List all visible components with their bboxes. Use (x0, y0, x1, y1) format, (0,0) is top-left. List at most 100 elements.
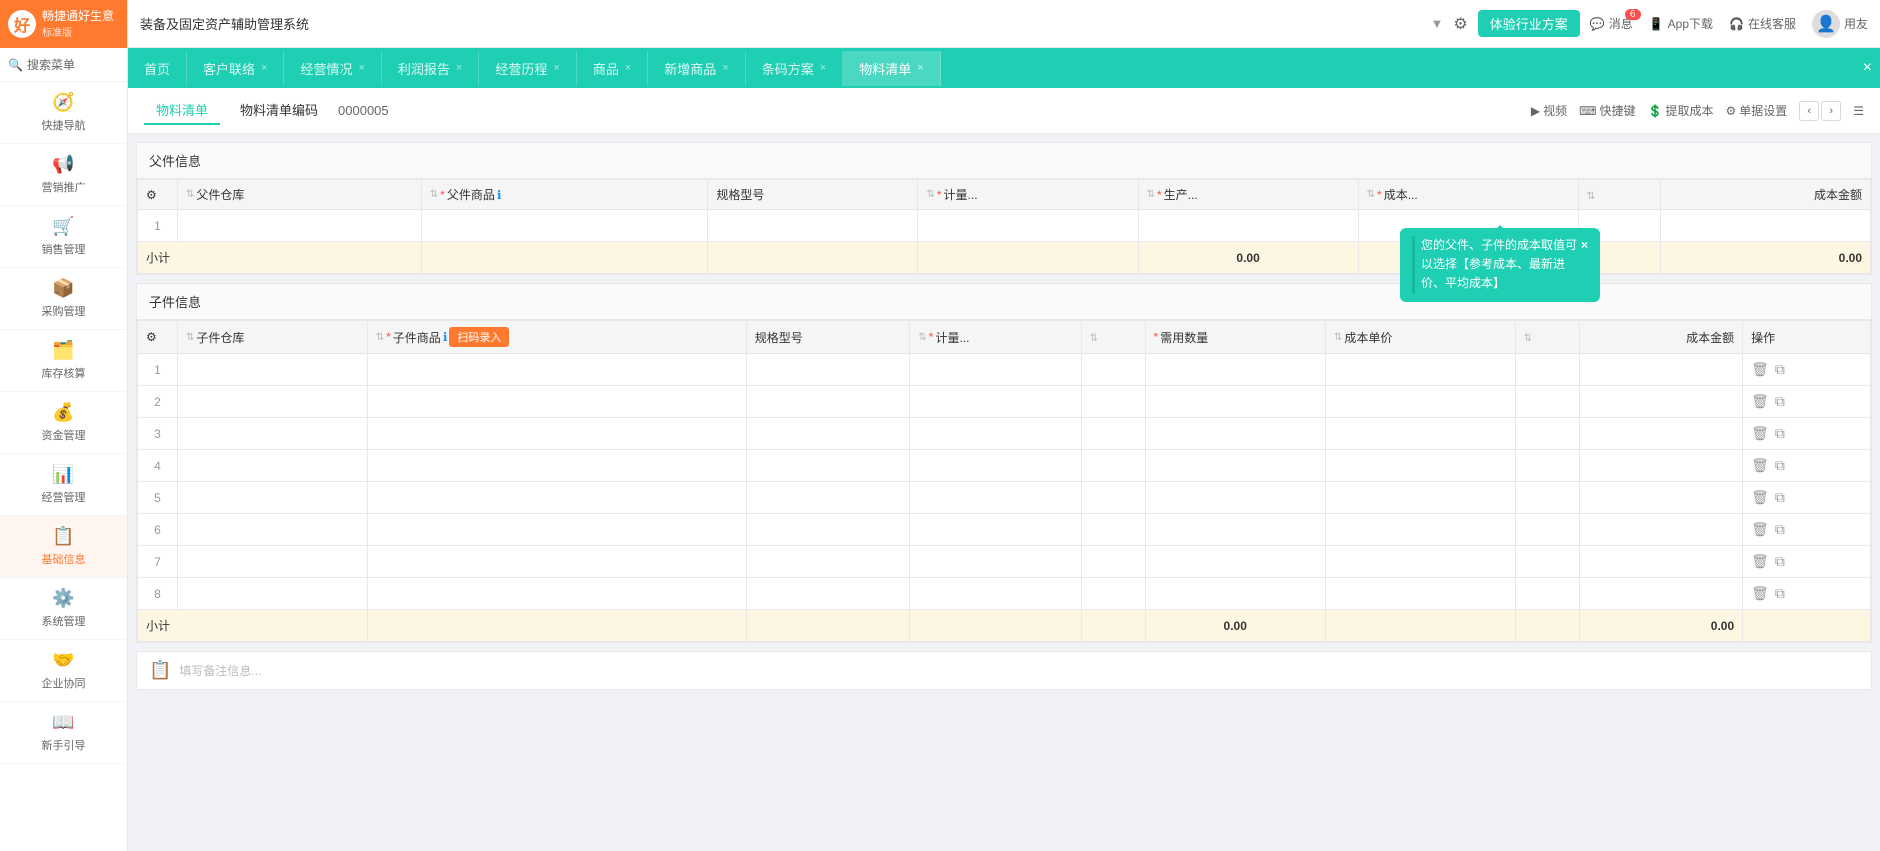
nav-next-button[interactable]: › (1821, 101, 1841, 121)
cell-spec[interactable] (746, 386, 910, 418)
cell-qty[interactable] (1145, 514, 1325, 546)
cell-unit[interactable] (910, 482, 1081, 514)
sort-icon[interactable]: ⇅ (1367, 189, 1375, 200)
message-button[interactable]: 💬 消息 6 (1590, 15, 1633, 32)
shortcut-button[interactable]: ⌨ 快捷键 (1579, 102, 1635, 119)
cell-product[interactable] (367, 450, 746, 482)
delete-button[interactable]: 🗑 (1751, 393, 1769, 410)
cell-qty[interactable] (1145, 578, 1325, 610)
cell-unit-cost[interactable] (1325, 450, 1515, 482)
sub-tab-bom-code[interactable]: 物料清单编码 (228, 96, 330, 125)
sort-icon[interactable]: ⇅ (376, 332, 384, 343)
tab-new-product[interactable]: 新增商品 × (648, 51, 745, 86)
scan-button[interactable]: 扫码录入 (449, 327, 509, 347)
cell-unit-cost[interactable] (1325, 578, 1515, 610)
cell-spec[interactable] (746, 546, 910, 578)
cell-warehouse[interactable] (178, 354, 368, 386)
cell-spec[interactable] (708, 210, 918, 242)
tab-customer[interactable]: 客户联络 × (187, 51, 284, 86)
cell-unit[interactable] (918, 210, 1138, 242)
info-icon[interactable]: ℹ (497, 188, 502, 202)
delete-button[interactable]: 🗑 (1751, 361, 1769, 378)
sidebar-item-guide[interactable]: 📖 新手引导 (0, 702, 127, 764)
dropdown-arrow-icon[interactable]: ▼ (1431, 16, 1444, 31)
extract-cost-button[interactable]: 💲 提取成本 (1647, 102, 1713, 119)
copy-button[interactable]: ⧉ (1775, 553, 1785, 570)
cell-unit[interactable] (910, 354, 1081, 386)
cell-unit[interactable] (910, 578, 1081, 610)
user-button[interactable]: 👤 用友 (1812, 10, 1868, 38)
tab-home[interactable]: 首页 (128, 51, 187, 86)
online-service-button[interactable]: 🎧 在线客服 (1729, 15, 1796, 32)
cell-cost-amount[interactable] (1579, 482, 1743, 514)
list-view-icon[interactable]: ☰ (1853, 104, 1864, 118)
cell-spec[interactable] (746, 482, 910, 514)
delete-button[interactable]: 🗑 (1751, 425, 1769, 442)
cell-unit[interactable] (910, 546, 1081, 578)
tab-profit[interactable]: 利润报告 × (382, 51, 479, 86)
sidebar-item-inventory[interactable]: 🗂️ 库存核算 (0, 330, 127, 392)
cell-warehouse[interactable] (178, 578, 368, 610)
sidebar-item-quick-nav[interactable]: 🧭 快捷导航 (0, 82, 127, 144)
cell-qty[interactable] (1145, 482, 1325, 514)
cell-unit-cost[interactable] (1325, 514, 1515, 546)
cell-qty[interactable] (1145, 354, 1325, 386)
sidebar-item-operations[interactable]: 📊 经营管理 (0, 454, 127, 516)
sidebar-search[interactable]: 🔍 搜索菜单 (0, 48, 127, 82)
tab-close-icon[interactable]: × (358, 62, 364, 74)
cell-product[interactable] (367, 418, 746, 450)
tab-close-icon[interactable]: × (456, 62, 462, 74)
cell-cost-amount[interactable] (1579, 546, 1743, 578)
sidebar-item-system[interactable]: ⚙️ 系统管理 (0, 578, 127, 640)
sidebar-item-purchase[interactable]: 📦 采购管理 (0, 268, 127, 330)
cell-spec[interactable] (746, 354, 910, 386)
cell-unit[interactable] (910, 418, 1081, 450)
cell-cost-amount[interactable] (1660, 210, 1870, 242)
cell-qty[interactable] (1145, 418, 1325, 450)
sub-tab-bom[interactable]: 物料清单 (144, 96, 220, 125)
cell-spec[interactable] (746, 418, 910, 450)
delete-button[interactable]: 🗑 (1751, 457, 1769, 474)
cell-unit-cost[interactable] (1325, 482, 1515, 514)
view-video-button[interactable]: ▶ 视频 (1531, 102, 1567, 119)
info-icon[interactable]: ℹ (443, 330, 448, 344)
sort-icon[interactable]: ⇅ (926, 189, 934, 200)
cell-spec[interactable] (746, 578, 910, 610)
tab-close-icon[interactable]: × (625, 62, 631, 74)
cell-product[interactable] (367, 514, 746, 546)
delete-button[interactable]: 🗑 (1751, 521, 1769, 538)
settings-icon[interactable]: ⚙ (1453, 14, 1467, 34)
copy-button[interactable]: ⧉ (1775, 457, 1785, 474)
cell-product[interactable] (367, 482, 746, 514)
cell-warehouse[interactable] (178, 210, 422, 242)
cell-qty[interactable] (1145, 386, 1325, 418)
cell-cost-amount[interactable] (1579, 418, 1743, 450)
delete-button[interactable]: 🗑 (1751, 553, 1769, 570)
cell-warehouse[interactable] (178, 386, 368, 418)
cell-cost-amount[interactable] (1579, 354, 1743, 386)
sort-icon[interactable]: ⇅ (918, 332, 926, 343)
cell-product[interactable] (367, 546, 746, 578)
sidebar-item-finance[interactable]: 💰 资金管理 (0, 392, 127, 454)
tab-barcode[interactable]: 条码方案 × (746, 51, 843, 86)
tab-business[interactable]: 经营情况 × (284, 51, 381, 86)
tab-close-icon[interactable]: × (820, 62, 826, 74)
remark-placeholder[interactable]: 填写备注信息... (179, 662, 261, 679)
tab-product[interactable]: 商品 × (577, 51, 648, 86)
tab-history[interactable]: 经营历程 × (479, 51, 576, 86)
cell-cost-amount[interactable] (1579, 578, 1743, 610)
app-download-button[interactable]: 📱 App下载 (1649, 15, 1713, 32)
cell-unit-cost[interactable] (1325, 418, 1515, 450)
cell-spec[interactable] (746, 514, 910, 546)
cell-product[interactable] (367, 354, 746, 386)
sidebar-item-sales[interactable]: 🛒 销售管理 (0, 206, 127, 268)
cell-warehouse[interactable] (178, 546, 368, 578)
cell-production[interactable] (1138, 210, 1358, 242)
cell-cost-amount[interactable] (1579, 514, 1743, 546)
sort-icon[interactable]: ⇅ (1147, 189, 1155, 200)
copy-button[interactable]: ⧉ (1775, 425, 1785, 442)
sort-icon[interactable]: ⇅ (430, 189, 438, 200)
cell-unit-cost[interactable] (1325, 546, 1515, 578)
sidebar-item-marketing[interactable]: 📢 营销推广 (0, 144, 127, 206)
cell-spec[interactable] (746, 450, 910, 482)
